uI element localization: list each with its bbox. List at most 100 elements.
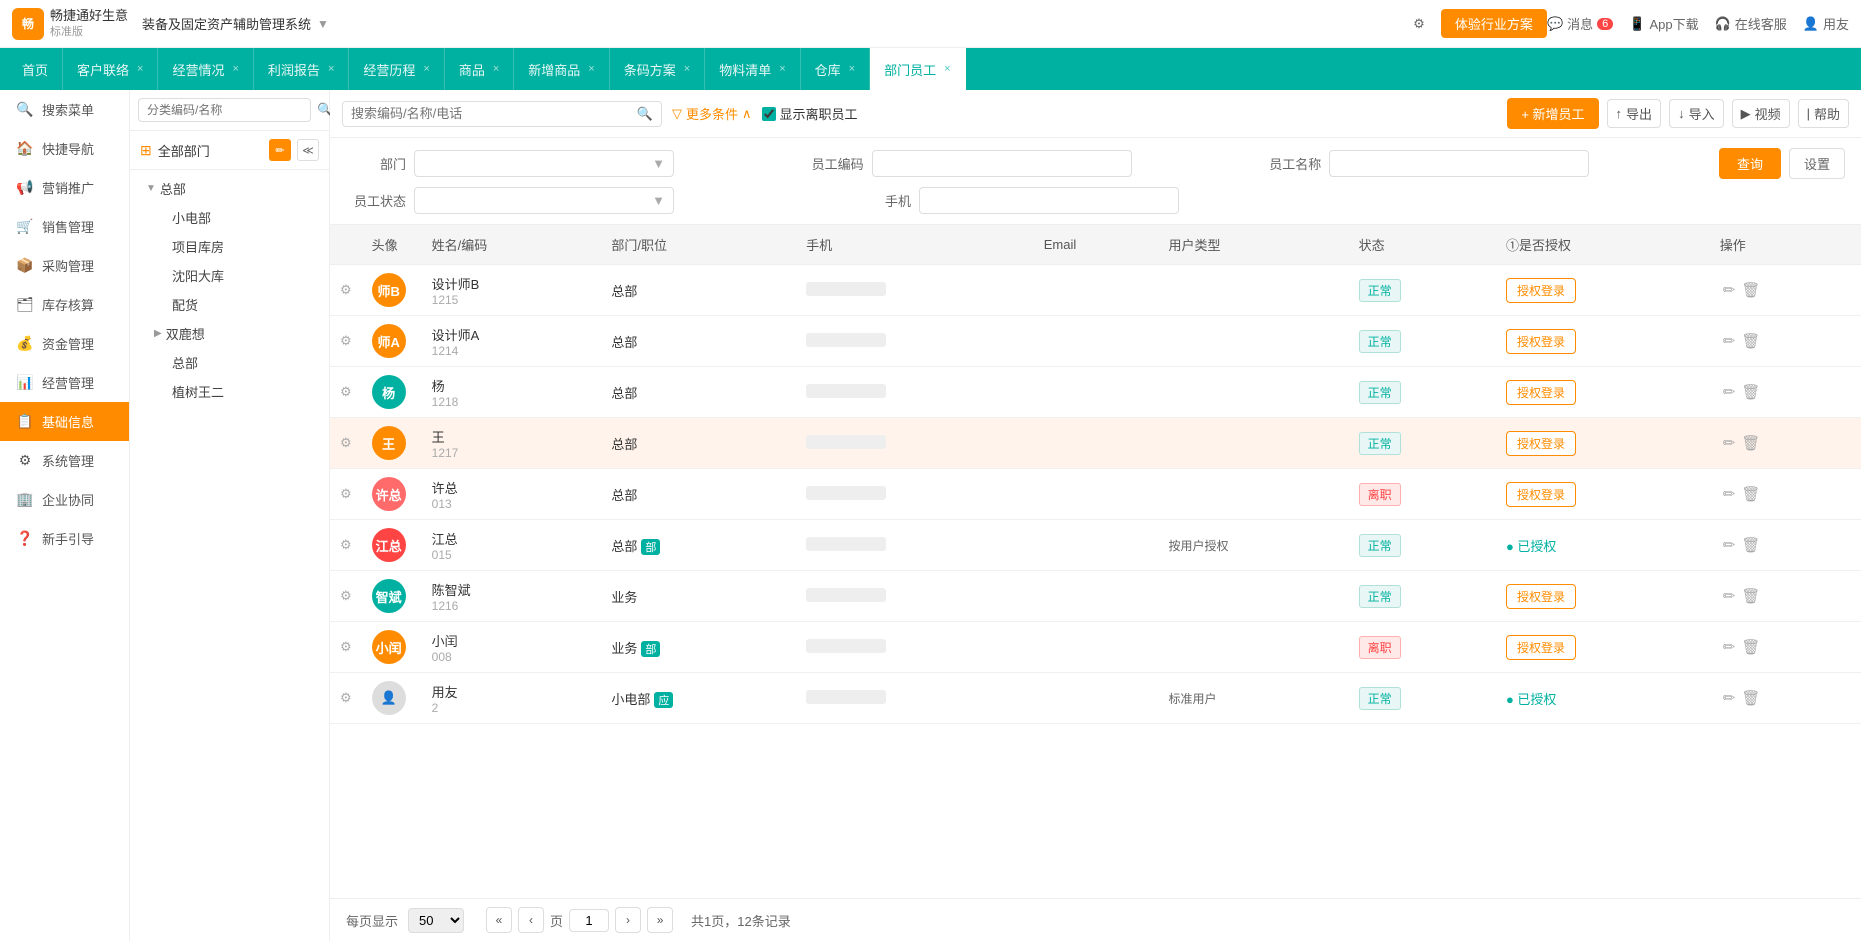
settings-icon[interactable]: ⚙ <box>340 282 352 297</box>
sidebar-item-corp[interactable]: 🏢企业协同 <box>0 480 129 519</box>
settings-icon[interactable]: ⚙ <box>340 435 352 450</box>
edit-button[interactable]: ✏ <box>1723 690 1736 707</box>
close-tab-icon[interactable]: × <box>779 63 785 75</box>
edit-button[interactable]: ✏ <box>1723 384 1736 401</box>
close-tab-icon[interactable]: × <box>493 63 499 75</box>
sidebar-item-search[interactable]: 🔍搜索菜单 <box>0 90 129 129</box>
delete-button[interactable]: 🗑 <box>1741 537 1760 554</box>
tree-node-双鹿想[interactable]: ▶ 双鹿想 <box>130 319 329 348</box>
close-tab-icon[interactable]: × <box>684 63 690 75</box>
nav-tab-条码方案[interactable]: 条码方案× <box>610 48 705 90</box>
nav-tab-利润报告[interactable]: 利润报告× <box>254 48 349 90</box>
settings-icon[interactable]: ⚙ <box>340 690 352 705</box>
delete-button[interactable]: 🗑 <box>1741 435 1760 452</box>
edit-button[interactable]: ✏ <box>1723 537 1736 554</box>
auth-button[interactable]: 授权登录 <box>1506 431 1576 456</box>
reset-button[interactable]: 设置 <box>1789 148 1845 179</box>
sidebar-item-system[interactable]: ⚙系统管理 <box>0 441 129 480</box>
edit-button[interactable]: ✏ <box>1723 282 1736 299</box>
sidebar-item-quicknav[interactable]: 🏠快捷导航 <box>0 129 129 168</box>
sidebar-item-operation[interactable]: 📊经营管理 <box>0 363 129 402</box>
close-tab-icon[interactable]: × <box>588 63 594 75</box>
tree-node-植树王二[interactable]: 植树王二 <box>130 377 329 406</box>
close-tab-icon[interactable]: × <box>137 63 143 75</box>
delete-button[interactable]: 🗑 <box>1741 384 1760 401</box>
sidebar-item-sales[interactable]: 🛒销售管理 <box>0 207 129 246</box>
nav-tab-部门员工[interactable]: 部门员工× <box>870 48 965 90</box>
help-button[interactable]: | 帮助 <box>1798 99 1849 128</box>
dropdown-arrow-icon[interactable]: ▼ <box>317 17 329 31</box>
settings-icon[interactable]: ⚙ <box>340 588 352 603</box>
prev-page-button[interactable]: ‹ <box>518 907 544 933</box>
tree-node-总部[interactable]: 总部 <box>130 348 329 377</box>
settings-icon[interactable]: ⚙ <box>340 333 352 348</box>
tree-search-input[interactable] <box>138 98 311 122</box>
search-icon[interactable]: 🔍 <box>637 106 653 122</box>
page-number-input[interactable] <box>569 909 609 932</box>
online-service-button[interactable]: 🎧 在线客服 <box>1715 14 1787 33</box>
phone-input[interactable] <box>919 187 1179 214</box>
auth-button[interactable]: 授权登录 <box>1506 635 1576 660</box>
auth-button[interactable]: 授权登录 <box>1506 584 1576 609</box>
tree-node-配货[interactable]: 配货 <box>130 290 329 319</box>
emp-code-input[interactable] <box>872 150 1132 177</box>
tree-node-小电部[interactable]: 小电部 <box>130 203 329 232</box>
delete-button[interactable]: 🗑 <box>1741 282 1760 299</box>
close-tab-icon[interactable]: × <box>944 63 950 75</box>
tree-edit-button[interactable]: ✏ <box>269 139 291 161</box>
sidebar-item-marketing[interactable]: 📢营销推广 <box>0 168 129 207</box>
sidebar-item-inventory[interactable]: 🗂库存核算 <box>0 285 129 324</box>
first-page-button[interactable]: « <box>486 907 512 933</box>
delete-button[interactable]: 🗑 <box>1741 486 1760 503</box>
auth-button[interactable]: 授权登录 <box>1506 329 1576 354</box>
sidebar-item-finance[interactable]: 💰资金管理 <box>0 324 129 363</box>
nav-tab-客户联络[interactable]: 客户联络× <box>63 48 158 90</box>
nav-tab-物料清单[interactable]: 物料清单× <box>705 48 800 90</box>
delete-button[interactable]: 🗑 <box>1741 690 1760 707</box>
settings-icon[interactable]: ⚙ <box>340 639 352 654</box>
gear-button[interactable]: ⚙ <box>1405 10 1433 38</box>
sidebar-item-purchase[interactable]: 📦采购管理 <box>0 246 129 285</box>
edit-button[interactable]: ✏ <box>1723 486 1736 503</box>
close-tab-icon[interactable]: × <box>423 63 429 75</box>
edit-button[interactable]: ✏ <box>1723 333 1736 350</box>
close-tab-icon[interactable]: × <box>232 63 238 75</box>
auth-button[interactable]: 授权登录 <box>1506 482 1576 507</box>
nav-tab-经营历程[interactable]: 经营历程× <box>349 48 444 90</box>
search-input[interactable] <box>351 106 633 121</box>
resigned-checkbox-input[interactable] <box>762 107 776 121</box>
show-resigned-checkbox[interactable]: 显示离职员工 <box>762 104 858 123</box>
page-size-select[interactable]: 50 100 <box>408 908 464 933</box>
nav-tab-经营情况[interactable]: 经营情况× <box>158 48 253 90</box>
user-area[interactable]: 👤 用友 <box>1803 14 1849 33</box>
search-action-button[interactable]: 查询 <box>1719 148 1781 179</box>
emp-status-select[interactable]: ▼ <box>414 187 674 214</box>
last-page-button[interactable]: » <box>647 907 673 933</box>
close-tab-icon[interactable]: × <box>849 63 855 75</box>
delete-button[interactable]: 🗑 <box>1741 588 1760 605</box>
sidebar-item-guide[interactable]: ❓新手引导 <box>0 519 129 558</box>
sidebar-item-basic[interactable]: 📋基础信息 <box>0 402 129 441</box>
message-button[interactable]: 💬 消息 6 <box>1547 14 1613 33</box>
app-download-button[interactable]: 📱 App下载 <box>1629 14 1698 33</box>
auth-button[interactable]: 授权登录 <box>1506 278 1576 303</box>
video-button[interactable]: ▶ 视频 <box>1732 99 1790 128</box>
edit-button[interactable]: ✏ <box>1723 588 1736 605</box>
auth-button[interactable]: 授权登录 <box>1506 380 1576 405</box>
delete-button[interactable]: 🗑 <box>1741 333 1760 350</box>
trial-button[interactable]: 体验行业方案 <box>1441 9 1547 38</box>
close-tab-icon[interactable]: × <box>328 63 334 75</box>
tree-node-项目库房[interactable]: 项目库房 <box>130 232 329 261</box>
tree-node-沈阳大库[interactable]: 沈阳大库 <box>130 261 329 290</box>
nav-tab-仓库[interactable]: 仓库× <box>801 48 870 90</box>
settings-icon[interactable]: ⚙ <box>340 486 352 501</box>
nav-tab-首页[interactable]: 首页 <box>8 48 63 90</box>
more-filters-button[interactable]: ▽ 更多条件 ∧ <box>672 104 752 123</box>
tree-node-总部[interactable]: ▼ 总部 <box>130 174 329 203</box>
nav-tab-商品[interactable]: 商品× <box>445 48 514 90</box>
edit-button[interactable]: ✏ <box>1723 435 1736 452</box>
emp-name-input[interactable] <box>1329 150 1589 177</box>
edit-button[interactable]: ✏ <box>1723 639 1736 656</box>
dept-select[interactable]: ▼ <box>414 150 674 177</box>
import-button[interactable]: ↓ 导入 <box>1669 99 1724 128</box>
